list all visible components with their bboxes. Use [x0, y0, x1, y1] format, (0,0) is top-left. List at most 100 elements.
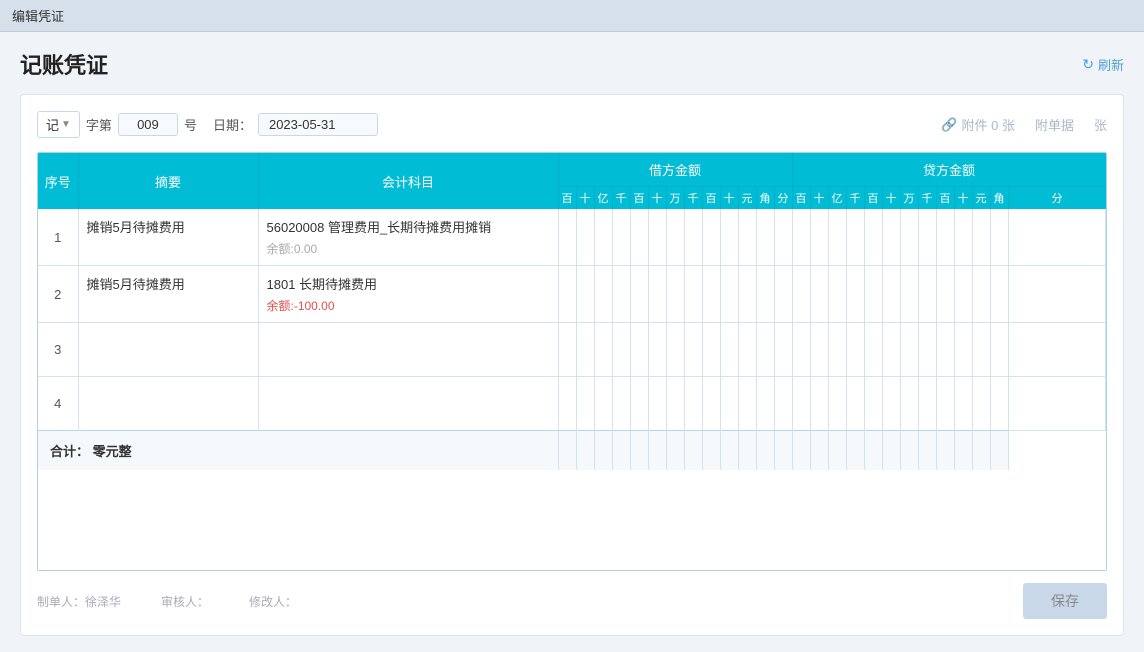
debit-digit-cell[interactable] — [720, 266, 738, 323]
credit-digit-cell[interactable] — [900, 377, 918, 431]
credit-digit-cell[interactable] — [1008, 266, 1105, 323]
credit-digit-cell[interactable] — [792, 323, 810, 377]
debit-digit-cell[interactable] — [756, 323, 774, 377]
credit-digit-cell[interactable] — [954, 266, 972, 323]
credit-digit-cell[interactable] — [936, 377, 954, 431]
debit-digit-cell[interactable] — [630, 323, 648, 377]
row-account[interactable]: 1801 长期待摊费用余额:-100.00 — [258, 266, 558, 323]
debit-digit-cell[interactable] — [684, 266, 702, 323]
row-summary[interactable] — [78, 377, 258, 431]
table-row[interactable]: 3 — [38, 323, 1106, 377]
debit-digit-cell[interactable] — [648, 323, 666, 377]
row-summary[interactable] — [78, 323, 258, 377]
credit-digit-cell[interactable] — [990, 209, 1008, 266]
credit-digit-cell[interactable] — [864, 377, 882, 431]
debit-digit-cell[interactable] — [774, 209, 792, 266]
credit-digit-cell[interactable] — [864, 209, 882, 266]
debit-digit-cell[interactable] — [666, 209, 684, 266]
credit-digit-cell[interactable] — [882, 266, 900, 323]
debit-digit-cell[interactable] — [576, 323, 594, 377]
credit-digit-cell[interactable] — [936, 266, 954, 323]
row-account[interactable] — [258, 377, 558, 431]
credit-digit-cell[interactable] — [864, 266, 882, 323]
credit-digit-cell[interactable] — [828, 377, 846, 431]
debit-digit-cell[interactable] — [558, 323, 576, 377]
debit-digit-cell[interactable] — [648, 209, 666, 266]
debit-digit-cell[interactable] — [666, 377, 684, 431]
credit-digit-cell[interactable] — [864, 323, 882, 377]
credit-digit-cell[interactable] — [954, 323, 972, 377]
debit-digit-cell[interactable] — [756, 377, 774, 431]
debit-digit-cell[interactable] — [738, 323, 756, 377]
row-summary[interactable]: 摊销5月待摊费用 — [78, 209, 258, 266]
table-row[interactable]: 2摊销5月待摊费用1801 长期待摊费用余额:-100.00 — [38, 266, 1106, 323]
debit-digit-cell[interactable] — [648, 266, 666, 323]
credit-digit-cell[interactable] — [792, 209, 810, 266]
credit-digit-cell[interactable] — [990, 266, 1008, 323]
credit-digit-cell[interactable] — [792, 266, 810, 323]
credit-digit-cell[interactable] — [1008, 377, 1105, 431]
debit-digit-cell[interactable] — [612, 323, 630, 377]
debit-digit-cell[interactable] — [702, 266, 720, 323]
debit-digit-cell[interactable] — [630, 266, 648, 323]
debit-digit-cell[interactable] — [594, 209, 612, 266]
date-input[interactable] — [258, 113, 378, 136]
debit-digit-cell[interactable] — [612, 266, 630, 323]
credit-digit-cell[interactable] — [954, 209, 972, 266]
debit-digit-cell[interactable] — [702, 209, 720, 266]
debit-digit-cell[interactable] — [774, 323, 792, 377]
debit-digit-cell[interactable] — [756, 266, 774, 323]
credit-digit-cell[interactable] — [810, 377, 828, 431]
attachment-link[interactable]: 🔗 附件 0 张 — [941, 115, 1015, 134]
credit-digit-cell[interactable] — [828, 323, 846, 377]
debit-digit-cell[interactable] — [702, 377, 720, 431]
debit-digit-cell[interactable] — [594, 323, 612, 377]
row-account[interactable] — [258, 323, 558, 377]
credit-digit-cell[interactable] — [792, 377, 810, 431]
credit-digit-cell[interactable] — [900, 323, 918, 377]
credit-digit-cell[interactable] — [972, 266, 990, 323]
credit-digit-cell[interactable] — [846, 209, 864, 266]
credit-digit-cell[interactable] — [936, 209, 954, 266]
debit-digit-cell[interactable] — [558, 266, 576, 323]
debit-digit-cell[interactable] — [594, 377, 612, 431]
debit-digit-cell[interactable] — [720, 377, 738, 431]
credit-digit-cell[interactable] — [900, 266, 918, 323]
credit-digit-cell[interactable] — [810, 266, 828, 323]
debit-digit-cell[interactable] — [738, 377, 756, 431]
debit-digit-cell[interactable] — [684, 323, 702, 377]
credit-digit-cell[interactable] — [828, 266, 846, 323]
debit-digit-cell[interactable] — [612, 377, 630, 431]
debit-digit-cell[interactable] — [720, 209, 738, 266]
credit-digit-cell[interactable] — [882, 377, 900, 431]
refresh-button[interactable]: ↻ 刷新 — [1082, 55, 1124, 74]
credit-digit-cell[interactable] — [846, 323, 864, 377]
debit-digit-cell[interactable] — [594, 266, 612, 323]
credit-digit-cell[interactable] — [810, 209, 828, 266]
voucher-number-input[interactable] — [118, 113, 178, 136]
save-button[interactable]: 保存 — [1023, 583, 1107, 619]
credit-digit-cell[interactable] — [990, 377, 1008, 431]
credit-digit-cell[interactable] — [846, 266, 864, 323]
debit-digit-cell[interactable] — [738, 266, 756, 323]
debit-digit-cell[interactable] — [756, 209, 774, 266]
credit-digit-cell[interactable] — [846, 377, 864, 431]
credit-digit-cell[interactable] — [990, 323, 1008, 377]
debit-digit-cell[interactable] — [648, 377, 666, 431]
credit-digit-cell[interactable] — [882, 323, 900, 377]
credit-digit-cell[interactable] — [918, 323, 936, 377]
debit-digit-cell[interactable] — [684, 209, 702, 266]
debit-digit-cell[interactable] — [774, 377, 792, 431]
credit-digit-cell[interactable] — [972, 209, 990, 266]
credit-digit-cell[interactable] — [972, 377, 990, 431]
debit-digit-cell[interactable] — [684, 377, 702, 431]
credit-digit-cell[interactable] — [1008, 209, 1105, 266]
debit-digit-cell[interactable] — [630, 377, 648, 431]
debit-digit-cell[interactable] — [738, 209, 756, 266]
table-row[interactable]: 4 — [38, 377, 1106, 431]
debit-digit-cell[interactable] — [576, 377, 594, 431]
debit-digit-cell[interactable] — [630, 209, 648, 266]
row-account[interactable]: 56020008 管理费用_长期待摊费用摊销余额:0.00 — [258, 209, 558, 266]
credit-digit-cell[interactable] — [954, 377, 972, 431]
debit-digit-cell[interactable] — [612, 209, 630, 266]
